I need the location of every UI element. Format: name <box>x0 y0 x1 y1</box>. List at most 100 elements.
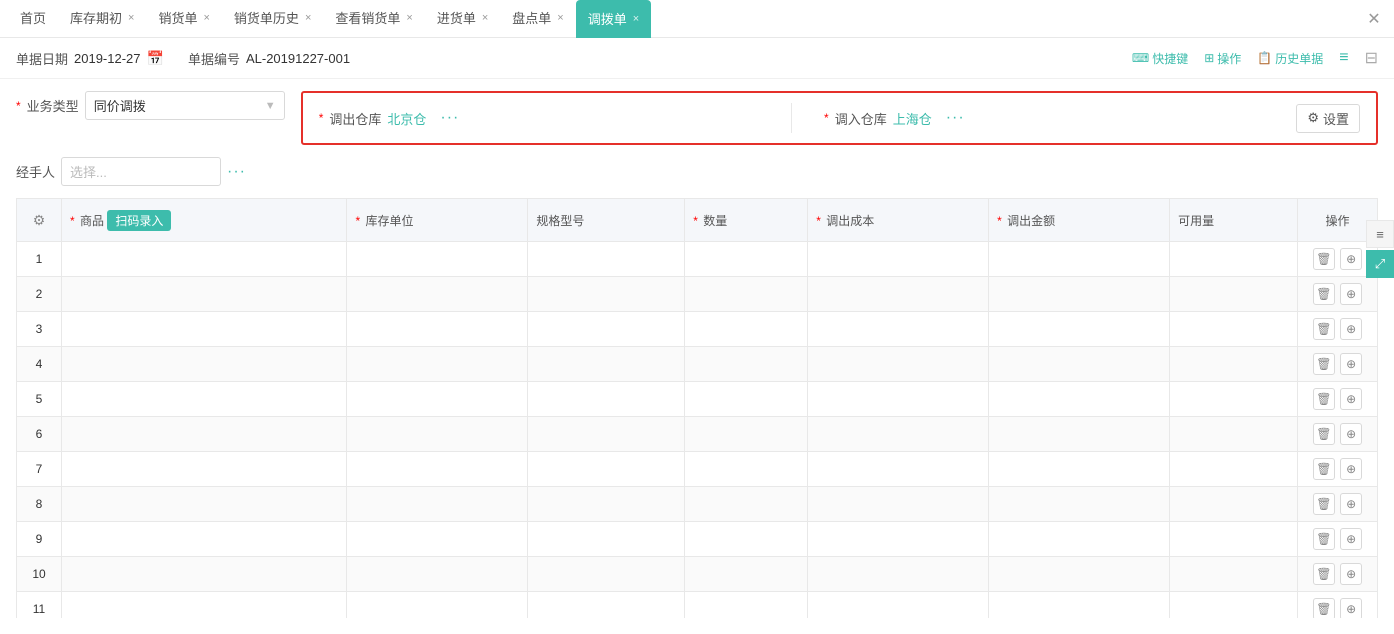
tab-close-sales-history[interactable]: × <box>305 12 311 24</box>
goods-cell[interactable] <box>62 347 347 382</box>
delete-row-button[interactable]: 🗑 <box>1313 598 1335 618</box>
delete-row-button[interactable]: 🗑 <box>1313 388 1335 410</box>
cost-cell[interactable] <box>808 592 989 619</box>
tab-home[interactable]: 首页 <box>8 0 58 38</box>
available-cell[interactable] <box>1170 382 1298 417</box>
tab-sales-order[interactable]: 销货单 × <box>146 0 221 38</box>
window-close-button[interactable]: ✕ <box>1362 7 1386 31</box>
available-cell[interactable] <box>1170 557 1298 592</box>
spec-cell[interactable] <box>528 452 685 487</box>
available-cell[interactable] <box>1170 242 1298 277</box>
spec-cell[interactable] <box>528 557 685 592</box>
amount-cell[interactable] <box>989 557 1170 592</box>
delete-row-button[interactable]: 🗑 <box>1313 458 1335 480</box>
unit-cell[interactable] <box>347 452 528 487</box>
cost-cell[interactable] <box>808 487 989 522</box>
goods-cell[interactable] <box>62 417 347 452</box>
qty-cell[interactable] <box>685 312 808 347</box>
delete-row-button[interactable]: 🗑 <box>1313 563 1335 585</box>
available-cell[interactable] <box>1170 347 1298 382</box>
panel-list-icon[interactable]: ≡ <box>1366 220 1394 248</box>
delete-row-button[interactable]: 🗑 <box>1313 248 1335 270</box>
copy-row-button[interactable]: ⊕ <box>1340 423 1362 445</box>
settings-button[interactable]: ⚙ 设置 <box>1296 104 1360 133</box>
tab-purchase-order[interactable]: 进货单 × <box>425 0 500 38</box>
amount-cell[interactable] <box>989 347 1170 382</box>
amount-cell[interactable] <box>989 417 1170 452</box>
goods-cell[interactable] <box>62 522 347 557</box>
unit-cell[interactable] <box>347 242 528 277</box>
spec-cell[interactable] <box>528 522 685 557</box>
goods-cell[interactable] <box>62 452 347 487</box>
copy-row-button[interactable]: ⊕ <box>1340 598 1362 618</box>
amount-cell[interactable] <box>989 242 1170 277</box>
amount-cell[interactable] <box>989 487 1170 522</box>
spec-cell[interactable] <box>528 312 685 347</box>
copy-row-button[interactable]: ⊕ <box>1340 493 1362 515</box>
tab-view-sales[interactable]: 查看销货单 × <box>323 0 424 38</box>
delete-row-button[interactable]: 🗑 <box>1313 283 1335 305</box>
tab-close-sales-order[interactable]: × <box>203 12 209 24</box>
panel-expand-icon[interactable]: ⤢ <box>1366 250 1394 278</box>
available-cell[interactable] <box>1170 452 1298 487</box>
cost-cell[interactable] <box>808 242 989 277</box>
layout-btn1[interactable]: ≡ <box>1339 49 1348 67</box>
layout-btn2[interactable]: ⊟ <box>1365 48 1378 68</box>
copy-row-button[interactable]: ⊕ <box>1340 458 1362 480</box>
cost-cell[interactable] <box>808 382 989 417</box>
business-type-select[interactable]: 同价调拨 ▼ <box>85 91 285 120</box>
spec-cell[interactable] <box>528 277 685 312</box>
copy-row-button[interactable]: ⊕ <box>1340 388 1362 410</box>
qty-cell[interactable] <box>685 452 808 487</box>
unit-cell[interactable] <box>347 557 528 592</box>
copy-row-button[interactable]: ⊕ <box>1340 318 1362 340</box>
table-settings-icon[interactable]: ⚙ <box>25 206 53 234</box>
unit-cell[interactable] <box>347 382 528 417</box>
delete-row-button[interactable]: 🗑 <box>1313 423 1335 445</box>
available-cell[interactable] <box>1170 277 1298 312</box>
delete-row-button[interactable]: 🗑 <box>1313 493 1335 515</box>
copy-row-button[interactable]: ⊕ <box>1340 563 1362 585</box>
cost-cell[interactable] <box>808 312 989 347</box>
tab-close-inventory-check[interactable]: × <box>557 12 563 24</box>
goods-cell[interactable] <box>62 592 347 619</box>
shortcuts-btn[interactable]: ⌨ 快捷键 <box>1132 50 1188 67</box>
tab-sales-history[interactable]: 销货单历史 × <box>222 0 323 38</box>
goods-cell[interactable] <box>62 242 347 277</box>
spec-cell[interactable] <box>528 417 685 452</box>
spec-cell[interactable] <box>528 487 685 522</box>
tab-transfer-order[interactable]: 调拨单 × <box>576 0 651 38</box>
unit-cell[interactable] <box>347 417 528 452</box>
cost-cell[interactable] <box>808 452 989 487</box>
goods-cell[interactable] <box>62 277 347 312</box>
tab-close-inventory-init[interactable]: × <box>128 12 134 24</box>
unit-cell[interactable] <box>347 312 528 347</box>
available-cell[interactable] <box>1170 522 1298 557</box>
delete-row-button[interactable]: 🗑 <box>1313 353 1335 375</box>
qty-cell[interactable] <box>685 347 808 382</box>
calendar-icon[interactable]: 📅 <box>147 50 164 67</box>
available-cell[interactable] <box>1170 592 1298 619</box>
cost-cell[interactable] <box>808 277 989 312</box>
amount-cell[interactable] <box>989 312 1170 347</box>
qty-cell[interactable] <box>685 242 808 277</box>
available-cell[interactable] <box>1170 417 1298 452</box>
available-cell[interactable] <box>1170 312 1298 347</box>
out-warehouse-more[interactable]: ··· <box>440 109 459 127</box>
unit-cell[interactable] <box>347 522 528 557</box>
cost-cell[interactable] <box>808 417 989 452</box>
spec-cell[interactable] <box>528 592 685 619</box>
qty-cell[interactable] <box>685 417 808 452</box>
goods-cell[interactable] <box>62 557 347 592</box>
unit-cell[interactable] <box>347 487 528 522</box>
copy-row-button[interactable]: ⊕ <box>1340 528 1362 550</box>
goods-cell[interactable] <box>62 487 347 522</box>
unit-cell[interactable] <box>347 277 528 312</box>
cost-cell[interactable] <box>808 522 989 557</box>
qty-cell[interactable] <box>685 382 808 417</box>
tab-close-purchase-order[interactable]: × <box>482 12 488 24</box>
delete-row-button[interactable]: 🗑 <box>1313 528 1335 550</box>
qty-cell[interactable] <box>685 557 808 592</box>
spec-cell[interactable] <box>528 242 685 277</box>
unit-cell[interactable] <box>347 347 528 382</box>
